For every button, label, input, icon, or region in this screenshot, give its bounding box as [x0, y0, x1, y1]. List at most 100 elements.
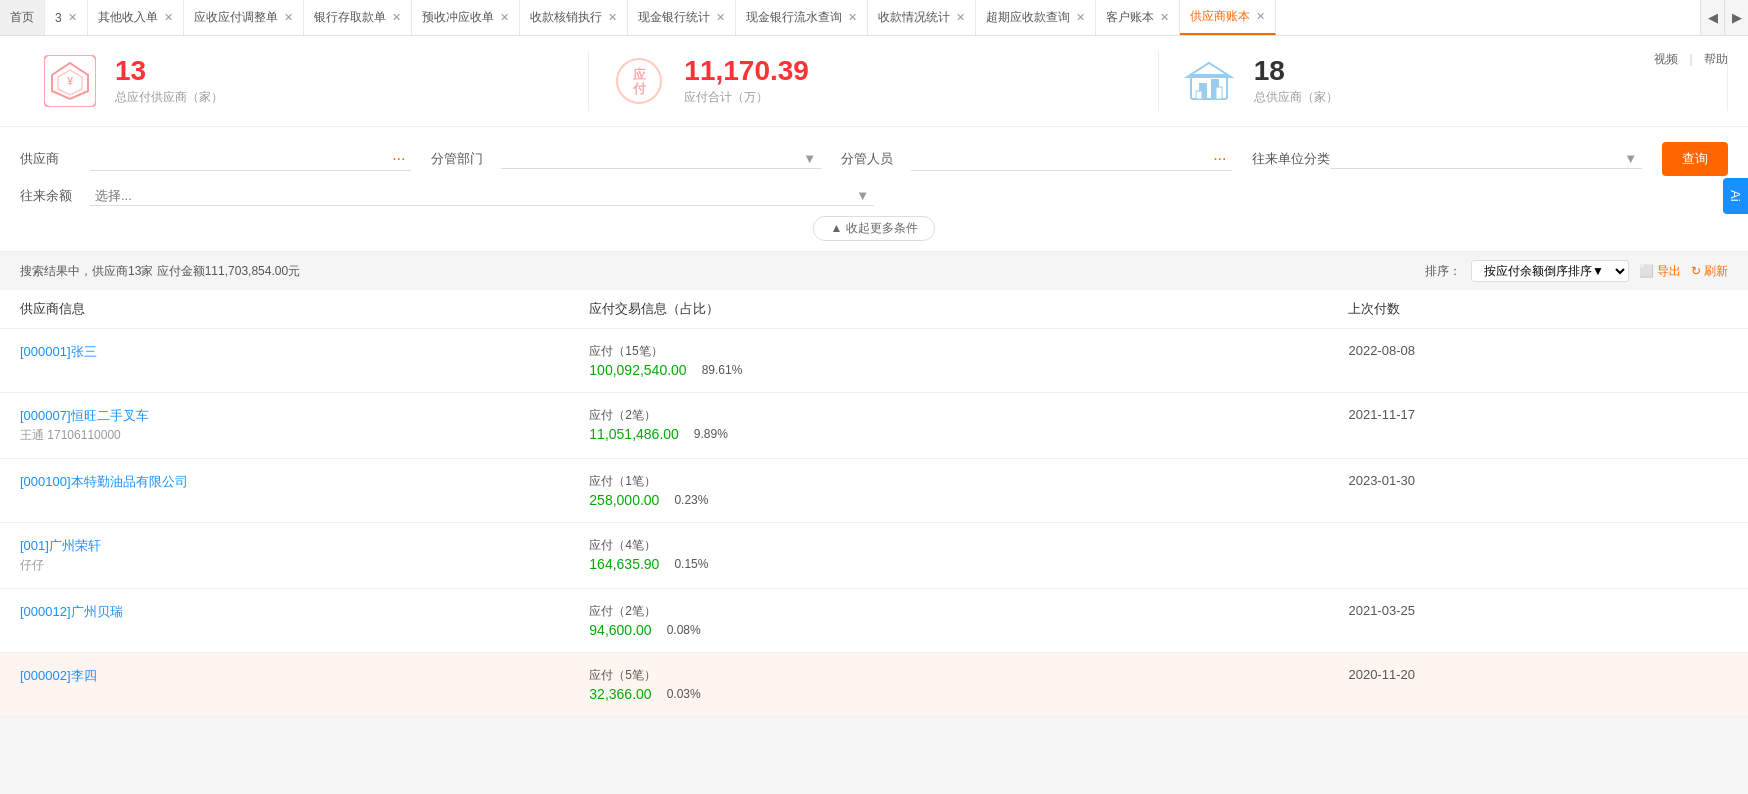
ai-badge[interactable]: Ai — [1723, 178, 1748, 214]
supplier-link[interactable]: [000001]张三 — [20, 344, 97, 359]
nav-tab-cash-bank-stat[interactable]: 现金银行统计 ✕ — [628, 0, 736, 35]
nav-tab-supplier-ledger[interactable]: 供应商账本 ✕ — [1180, 0, 1276, 35]
person-input[interactable] — [916, 151, 1213, 166]
close-icon[interactable]: ✕ — [608, 11, 617, 24]
supplier-name: [001]广州荣轩 — [20, 537, 589, 555]
trans-row: 164,635.90 0.15% — [589, 556, 1348, 572]
nav-tab-bank-deposit[interactable]: 银行存取款单 ✕ — [304, 0, 412, 35]
nav-next-button[interactable]: ▶ — [1724, 0, 1748, 36]
total-suppliers-icon — [1179, 51, 1239, 111]
category-input[interactable] — [1335, 151, 1621, 166]
close-icon[interactable]: ✕ — [1160, 11, 1169, 24]
close-icon[interactable]: ✕ — [1256, 10, 1265, 23]
supplier-name: [000001]张三 — [20, 343, 589, 361]
transaction-cell: 应付（1笔） 258,000.00 0.23% — [589, 473, 1348, 508]
supplier-name: [000012]广州贝瑞 — [20, 603, 589, 621]
nav-tab-advance[interactable]: 预收冲应收单 ✕ — [412, 0, 520, 35]
supplier-name: [000007]恒旺二手叉车 — [20, 407, 589, 425]
table-row: [000001]张三 应付（15笔） 100,092,540.00 89.61%… — [0, 329, 1748, 393]
supplier-cell: [000100]本特勤油品有限公司 — [20, 473, 589, 491]
col-header-last-pay: 上次付数 — [1348, 300, 1728, 318]
help-link[interactable]: 帮助 — [1704, 52, 1728, 66]
supplier-dots-icon[interactable]: ··· — [392, 150, 405, 168]
svg-rect-12 — [1216, 87, 1222, 99]
payable-total-label: 应付合计（万） — [684, 89, 809, 106]
close-icon[interactable]: ✕ — [164, 11, 173, 24]
transaction-cell: 应付（2笔） 94,600.00 0.08% — [589, 603, 1348, 638]
transaction-cell: 应付（4笔） 164,635.90 0.15% — [589, 537, 1348, 572]
trans-label: 应付（2笔） — [589, 603, 1348, 620]
supplier-cell: [000007]恒旺二手叉车 王通 17106110000 — [20, 407, 589, 444]
stats-bar: ¥ 13 总应付供应商（家） 应 付 11,170.39 应付合计（万） — [0, 36, 1748, 127]
collapse-button[interactable]: ▲ 收起更多条件 — [813, 216, 934, 241]
close-icon[interactable]: ✕ — [500, 11, 509, 24]
table-row: [000002]李四 应付（5笔） 32,366.00 0.03% 2020-1… — [0, 653, 1748, 717]
payable-suppliers-icon: ¥ — [40, 51, 100, 111]
close-icon[interactable]: ✕ — [1076, 11, 1085, 24]
nav-tab-customer-ledger[interactable]: 客户账本 ✕ — [1096, 0, 1180, 35]
result-bar: 搜索结果中，供应商13家 应付金额111,703,854.00元 排序： 按应付… — [0, 252, 1748, 290]
last-pay-date: 2022-08-08 — [1348, 343, 1415, 358]
nav-tab-ar-adjust[interactable]: 应收应付调整单 ✕ — [184, 0, 304, 35]
last-pay-date: 2020-11-20 — [1348, 667, 1415, 682]
category-dropdown-icon[interactable]: ▼ — [1624, 151, 1637, 166]
nav-tab-overdue[interactable]: 超期应收款查询 ✕ — [976, 0, 1096, 35]
supplier-link[interactable]: [000100]本特勤油品有限公司 — [20, 474, 188, 489]
search-area: 供应商 ··· 分管部门 ▼ 分管人员 ··· 往来单位分类 ▼ — [0, 127, 1748, 252]
last-pay-cell: 2021-03-25 — [1348, 603, 1728, 618]
search-row-1: 供应商 ··· 分管部门 ▼ 分管人员 ··· 往来单位分类 ▼ — [20, 142, 1728, 176]
video-link[interactable]: 视频 — [1654, 52, 1678, 66]
dept-input[interactable] — [506, 151, 800, 166]
nav-tab-overdue-label: 超期应收款查询 — [986, 9, 1070, 26]
svg-text:付: 付 — [632, 81, 647, 96]
trans-label: 应付（2笔） — [589, 407, 1348, 424]
close-icon[interactable]: ✕ — [392, 11, 401, 24]
trans-label: 应付（4笔） — [589, 537, 1348, 554]
sort-select[interactable]: 按应付余额倒序排序▼ — [1471, 260, 1629, 282]
trans-row: 11,051,486.00 9.89% — [589, 426, 1348, 442]
nav-prev-button[interactable]: ◀ — [1700, 0, 1724, 36]
supplier-link[interactable]: [000012]广州贝瑞 — [20, 604, 123, 619]
nav-tab-collection[interactable]: 收款核销执行 ✕ — [520, 0, 628, 35]
transaction-cell: 应付（5笔） 32,366.00 0.03% — [589, 667, 1348, 702]
nav-tab-3[interactable]: 3 ✕ — [45, 0, 88, 35]
data-table: 供应商信息 应付交易信息（占比） 上次付数 [000001]张三 应付（15笔）… — [0, 290, 1748, 717]
table-row: [000012]广州贝瑞 应付（2笔） 94,600.00 0.08% 2021… — [0, 589, 1748, 653]
transaction-info: 应付（2笔） 94,600.00 0.08% — [589, 603, 1348, 638]
close-icon[interactable]: ✕ — [68, 11, 77, 24]
table-body: [000001]张三 应付（15笔） 100,092,540.00 89.61%… — [0, 329, 1748, 717]
balance-dropdown-icon[interactable]: ▼ — [856, 188, 869, 203]
trans-percent: 89.61% — [702, 363, 743, 377]
supplier-link[interactable]: [000007]恒旺二手叉车 — [20, 408, 149, 423]
close-icon[interactable]: ✕ — [956, 11, 965, 24]
top-right-links: 视频 | 帮助 — [1654, 51, 1728, 68]
export-button[interactable]: ⬜ 导出 — [1639, 263, 1681, 280]
last-pay-cell: 2021-11-17 — [1348, 407, 1728, 422]
nav-tab-ar-adjust-label: 应收应付调整单 — [194, 9, 278, 26]
dept-dropdown-icon[interactable]: ▼ — [803, 151, 816, 166]
last-pay-cell: 2023-01-30 — [1348, 473, 1728, 488]
nav-tab-advance-label: 预收冲应收单 — [422, 9, 494, 26]
trans-percent: 0.15% — [674, 557, 708, 571]
supplier-link[interactable]: [001]广州荣轩 — [20, 538, 101, 553]
trans-amount: 94,600.00 — [589, 622, 651, 638]
supplier-input[interactable] — [95, 151, 392, 166]
query-button[interactable]: 查询 — [1662, 142, 1728, 176]
close-icon[interactable]: ✕ — [716, 11, 725, 24]
trans-amount: 32,366.00 — [589, 686, 651, 702]
nav-tab-cash-bank-flow[interactable]: 现金银行流水查询 ✕ — [736, 0, 868, 35]
supplier-cell: [000001]张三 — [20, 343, 589, 361]
dept-select-wrap: ▼ — [501, 149, 822, 169]
trans-amount: 11,051,486.00 — [589, 426, 679, 442]
nav-tab-other-income[interactable]: 其他收入单 ✕ — [88, 0, 184, 35]
trans-percent: 9.89% — [694, 427, 728, 441]
close-icon[interactable]: ✕ — [848, 11, 857, 24]
nav-tab-receipt-stat[interactable]: 收款情况统计 ✕ — [868, 0, 976, 35]
close-icon[interactable]: ✕ — [284, 11, 293, 24]
refresh-button[interactable]: ↻ 刷新 — [1691, 263, 1728, 280]
nav-tab-home[interactable]: 首页 — [0, 0, 45, 35]
supplier-link[interactable]: [000002]李四 — [20, 668, 97, 683]
trans-percent: 0.08% — [667, 623, 701, 637]
balance-input[interactable] — [95, 188, 852, 203]
person-dots-icon[interactable]: ··· — [1213, 150, 1226, 168]
